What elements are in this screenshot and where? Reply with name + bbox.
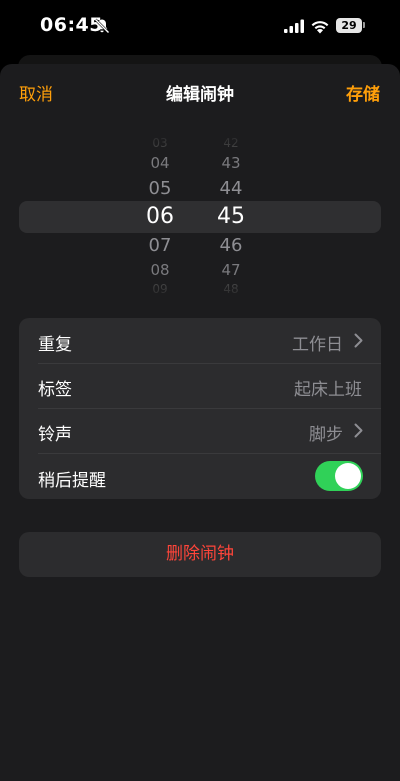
hour-wheel[interactable]: 03 04 05 06 07 08 09	[130, 130, 190, 302]
battery-icon: 29	[336, 18, 362, 33]
minute-option[interactable]: 44	[201, 178, 261, 199]
hour-option[interactable]: 08	[130, 261, 190, 279]
repeat-row[interactable]: 重复 工作日	[19, 318, 381, 363]
minute-option[interactable]: 43	[201, 154, 261, 172]
repeat-value: 工作日	[292, 335, 343, 355]
hour-option-selected[interactable]: 06	[130, 204, 190, 229]
snooze-row: 稍后提醒	[19, 454, 381, 499]
bell-slash-icon	[94, 18, 110, 34]
picker-fade-bottom	[0, 276, 400, 302]
status-bar: 06:45 29	[0, 0, 400, 54]
time-picker[interactable]: 03 04 05 06 07 08 09 42 43 44 45 46 47 4…	[0, 130, 400, 302]
cellular-signal-icon	[284, 19, 304, 33]
label-label: 标签	[38, 380, 72, 400]
repeat-label: 重复	[38, 335, 72, 355]
save-button[interactable]: 存储	[346, 80, 380, 105]
battery-tip	[363, 22, 365, 28]
chevron-right-icon	[354, 333, 363, 348]
hour-option[interactable]: 09	[130, 282, 190, 296]
picker-selection-highlight	[19, 201, 381, 233]
minute-option[interactable]: 46	[201, 235, 261, 256]
label-row[interactable]: 标签 起床上班	[19, 363, 381, 408]
chevron-right-icon	[354, 423, 363, 438]
snooze-label: 稍后提醒	[38, 471, 106, 491]
page-title: 编辑闹钟	[166, 85, 234, 105]
battery-level: 29	[341, 19, 357, 32]
label-value[interactable]: 起床上班	[294, 375, 362, 400]
hour-option[interactable]: 03	[130, 136, 190, 150]
minute-option[interactable]: 48	[201, 282, 261, 296]
hour-option[interactable]: 05	[130, 178, 190, 199]
hour-option[interactable]: 07	[130, 235, 190, 256]
wifi-icon	[311, 21, 329, 34]
toggle-knob	[335, 463, 361, 489]
alarm-settings-group: 重复 工作日 标签 起床上班 铃声 脚步 稍后提醒	[19, 318, 381, 499]
snooze-toggle[interactable]	[315, 461, 363, 491]
hour-option[interactable]: 04	[130, 154, 190, 172]
screen: 06:45 29 取消 编辑闹钟 存储 03 04 05 06 07 08 09…	[0, 0, 400, 781]
sound-row[interactable]: 铃声 脚步	[19, 408, 381, 453]
minute-wheel[interactable]: 42 43 44 45 46 47 48	[201, 130, 261, 302]
minute-option-selected[interactable]: 45	[201, 204, 261, 229]
minute-option[interactable]: 47	[201, 261, 261, 279]
delete-alarm-button[interactable]: 删除闹钟	[19, 532, 381, 577]
sound-value: 脚步	[309, 425, 343, 445]
picker-fade-top	[0, 130, 400, 156]
minute-option[interactable]: 42	[201, 136, 261, 150]
edit-alarm-sheet: 取消 编辑闹钟 存储 03 04 05 06 07 08 09 42 43 44…	[0, 64, 400, 781]
sound-label: 铃声	[38, 425, 72, 445]
